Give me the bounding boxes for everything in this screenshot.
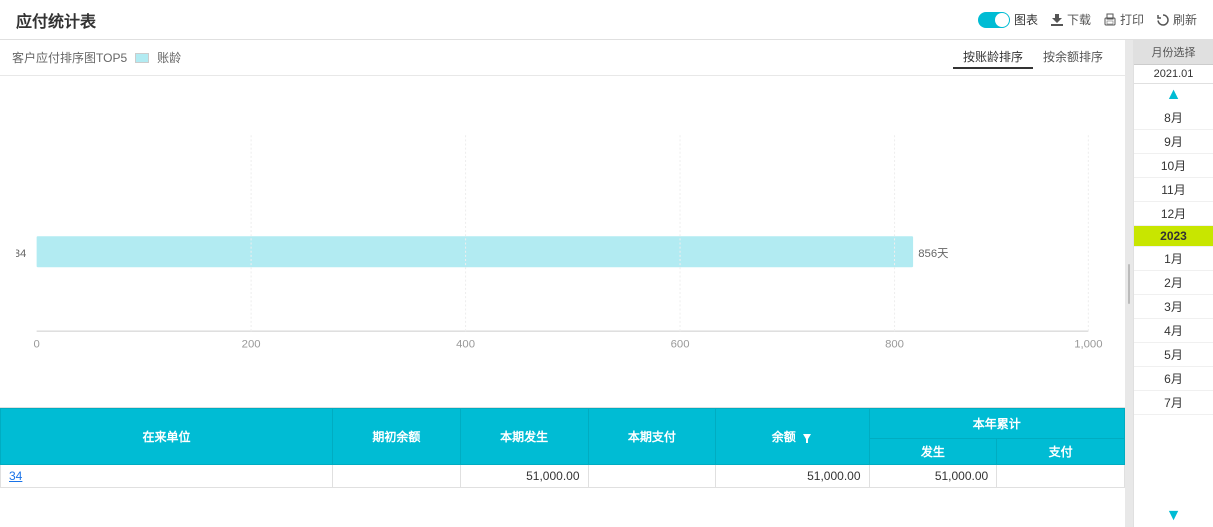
month-item-6[interactable]: 6月 (1134, 367, 1213, 391)
svg-text:600: 600 (671, 339, 690, 351)
cell-opening (333, 465, 461, 488)
cell-unit: 34 (1, 465, 333, 488)
month-item-8[interactable]: 8月 (1134, 106, 1213, 130)
month-list: 8月 9月 10月 11月 12月 2023 1月 2月 3月 4月 5月 6月… (1134, 106, 1213, 505)
toggle-track[interactable] (978, 12, 1010, 28)
chart-toggle[interactable]: 图表 (978, 11, 1038, 28)
filter-icon[interactable] (801, 432, 813, 444)
page-title: 应付统计表 (16, 8, 96, 32)
chart-label: 图表 (1014, 11, 1038, 28)
down-arrow-icon: ▼ (1166, 507, 1182, 524)
data-table: 在来单位 期初余额 本期发生 本期支付 余额 本年累计 发生 (0, 407, 1125, 527)
refresh-button[interactable]: 刷新 (1156, 11, 1197, 28)
cell-ytd-occurred: 51,000.00 (869, 465, 997, 488)
svg-text:800: 800 (885, 339, 904, 351)
svg-text:0: 0 (33, 339, 39, 351)
refresh-label: 刷新 (1173, 11, 1197, 28)
sidebar-divider[interactable] (1125, 40, 1133, 527)
legend-box-label: 账龄 (157, 49, 181, 66)
cell-ytd-paid (997, 465, 1125, 488)
legend-text: 客户应付排序图TOP5 (12, 49, 127, 66)
header-actions: 图表 下载 打印 刷新 (978, 11, 1197, 28)
sort-tabs: 按账龄排序 按余额排序 (953, 46, 1113, 69)
print-label: 打印 (1120, 11, 1144, 28)
month-item-5[interactable]: 5月 (1134, 343, 1213, 367)
sidebar-header: 月份选择 (1134, 40, 1213, 65)
download-label: 下载 (1067, 11, 1091, 28)
scroll-up-button[interactable]: ▲ (1134, 84, 1213, 106)
col-occurred: 本期发生 (460, 409, 588, 465)
col-unit: 在来单位 (1, 409, 333, 465)
month-item-2[interactable]: 2月 (1134, 271, 1213, 295)
download-icon (1050, 13, 1064, 27)
sort-tab-age[interactable]: 按账龄排序 (953, 46, 1033, 69)
bar-chart: 34 856天 0 200 400 600 800 (16, 84, 1109, 403)
svg-text:1,000: 1,000 (1074, 339, 1102, 351)
toggle-thumb (995, 13, 1009, 27)
col-ytd-paid: 支付 (997, 439, 1125, 465)
svg-text:400: 400 (456, 339, 475, 351)
table-row: 34 51,000.00 51,000.00 51,000.00 (1, 465, 1125, 488)
svg-text:856天: 856天 (918, 248, 948, 260)
up-arrow-icon: ▲ (1166, 86, 1182, 103)
chart-header: 客户应付排序图TOP5 账龄 按账龄排序 按余额排序 (0, 40, 1125, 76)
month-item-9[interactable]: 9月 (1134, 130, 1213, 154)
chart-legend: 客户应付排序图TOP5 账龄 (12, 49, 181, 66)
col-paid: 本期支付 (588, 409, 716, 465)
print-icon (1103, 13, 1117, 27)
month-item-4[interactable]: 4月 (1134, 319, 1213, 343)
divider-handle (1128, 264, 1130, 304)
month-item-11[interactable]: 11月 (1134, 178, 1213, 202)
month-item-3[interactable]: 3月 (1134, 295, 1213, 319)
sort-tab-balance[interactable]: 按余额排序 (1033, 46, 1113, 69)
sidebar-nav: ▲ 8月 9月 10月 11月 12月 2023 1月 2月 3月 4月 5月 … (1134, 84, 1213, 527)
month-item-7[interactable]: 7月 (1134, 391, 1213, 415)
col-balance: 余额 (716, 409, 869, 465)
svg-text:34: 34 (16, 248, 26, 260)
month-selector-sidebar: 月份选择 2021.01 ▲ 8月 9月 10月 11月 12月 2023 1月… (1133, 40, 1213, 527)
unit-link[interactable]: 34 (9, 469, 22, 483)
cell-occurred: 51,000.00 (460, 465, 588, 488)
year-marker-2023[interactable]: 2023 (1134, 226, 1213, 247)
legend-color-box (135, 53, 149, 63)
scroll-down-button[interactable]: ▼ (1134, 505, 1213, 527)
refresh-icon (1156, 13, 1170, 27)
col-ytd-occurred: 发生 (869, 439, 997, 465)
col-opening: 期初余额 (333, 409, 461, 465)
download-button[interactable]: 下载 (1050, 11, 1091, 28)
col-ytd: 本年累计 (869, 409, 1125, 439)
cell-paid (588, 465, 716, 488)
month-item-1[interactable]: 1月 (1134, 247, 1213, 271)
print-button[interactable]: 打印 (1103, 11, 1144, 28)
svg-text:200: 200 (242, 339, 261, 351)
sidebar-current-value: 2021.01 (1134, 65, 1213, 84)
cell-balance: 51,000.00 (716, 465, 869, 488)
month-item-10[interactable]: 10月 (1134, 154, 1213, 178)
month-item-12[interactable]: 12月 (1134, 202, 1213, 226)
chart-container: 34 856天 0 200 400 600 800 (0, 76, 1125, 407)
